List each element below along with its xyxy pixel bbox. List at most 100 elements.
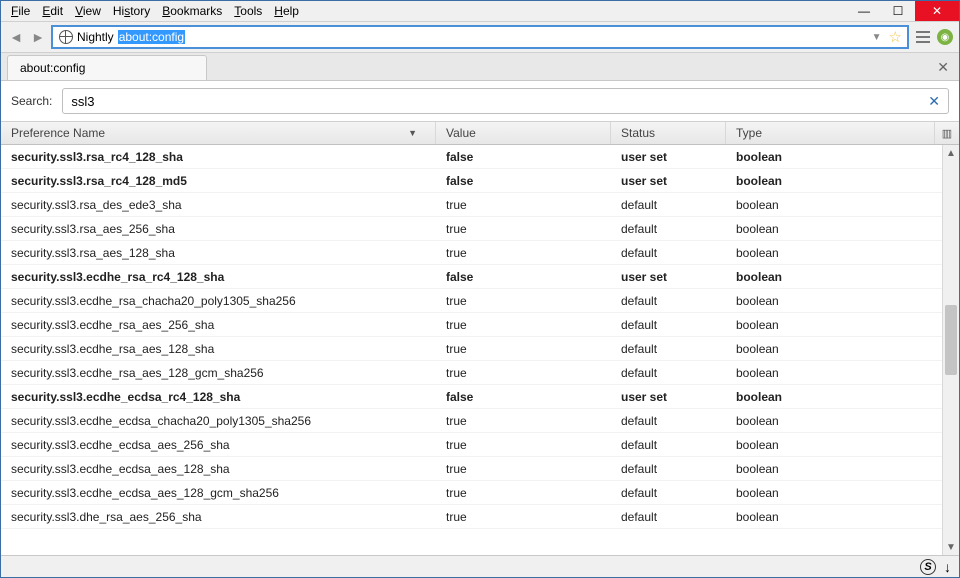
pref-status: default: [611, 486, 726, 500]
table-row[interactable]: security.ssl3.ecdhe_rsa_rc4_128_shafalse…: [1, 265, 942, 289]
pref-value: true: [436, 198, 611, 212]
table-row[interactable]: security.ssl3.rsa_rc4_128_shafalseuser s…: [1, 145, 942, 169]
search-input-container[interactable]: ✕: [62, 88, 949, 114]
back-button[interactable]: ◄: [7, 28, 25, 46]
pref-type: boolean: [726, 294, 942, 308]
vertical-scrollbar[interactable]: ▲ ▼: [942, 145, 959, 555]
menu-history[interactable]: History: [107, 2, 156, 20]
download-indicator-icon[interactable]: ↓: [944, 559, 951, 575]
forward-button[interactable]: ►: [29, 28, 47, 46]
table-row[interactable]: security.ssl3.rsa_rc4_128_md5falseuser s…: [1, 169, 942, 193]
search-input[interactable]: [71, 94, 928, 109]
clear-search-icon[interactable]: ✕: [928, 93, 940, 110]
table-row[interactable]: security.ssl3.ecdhe_rsa_aes_128_gcm_sha2…: [1, 361, 942, 385]
close-button[interactable]: ✕: [915, 1, 959, 21]
sort-indicator-icon: ▼: [408, 128, 417, 138]
table-body[interactable]: security.ssl3.rsa_rc4_128_shafalseuser s…: [1, 145, 942, 555]
header-value[interactable]: Value: [436, 122, 611, 144]
pref-status: default: [611, 294, 726, 308]
table-row[interactable]: security.ssl3.dhe_rsa_aes_256_shatruedef…: [1, 505, 942, 529]
table-row[interactable]: security.ssl3.ecdhe_ecdsa_chacha20_poly1…: [1, 409, 942, 433]
pref-name: security.ssl3.rsa_rc4_128_sha: [1, 150, 436, 164]
menu-bookmarks[interactable]: Bookmarks: [156, 2, 228, 20]
column-picker-icon[interactable]: ▥: [935, 122, 959, 144]
pref-status: default: [611, 510, 726, 524]
pref-name: security.ssl3.ecdhe_ecdsa_rc4_128_sha: [1, 390, 436, 404]
pref-value: true: [436, 366, 611, 380]
pref-type: boolean: [726, 174, 942, 188]
menu-edit[interactable]: Edit: [36, 2, 69, 20]
urlbar-dropdown-icon[interactable]: ▼: [868, 32, 886, 43]
pref-name: security.ssl3.ecdhe_ecdsa_chacha20_poly1…: [1, 414, 436, 428]
pref-value: false: [436, 150, 611, 164]
pref-name: security.ssl3.ecdhe_rsa_chacha20_poly130…: [1, 294, 436, 308]
scroll-thumb[interactable]: [945, 305, 957, 375]
pref-type: boolean: [726, 438, 942, 452]
globe-icon: [59, 30, 73, 44]
script-indicator-icon[interactable]: S: [920, 559, 936, 575]
table-row[interactable]: security.ssl3.ecdhe_rsa_chacha20_poly130…: [1, 289, 942, 313]
minimize-button[interactable]: —: [847, 1, 881, 21]
status-bar: S ↓: [1, 555, 959, 577]
pref-name: security.ssl3.rsa_aes_128_sha: [1, 246, 436, 260]
table-row[interactable]: security.ssl3.ecdhe_ecdsa_aes_128_shatru…: [1, 457, 942, 481]
window-controls: — ☐ ✕: [847, 1, 959, 21]
search-bar: Search: ✕: [1, 81, 959, 121]
bookmark-star-icon[interactable]: ☆: [886, 28, 905, 46]
pref-value: false: [436, 390, 611, 404]
pref-status: default: [611, 438, 726, 452]
tab-about-config[interactable]: about:config: [7, 55, 207, 80]
url-bar[interactable]: Nightly about:config ▼ ☆: [51, 25, 909, 49]
pref-status: user set: [611, 390, 726, 404]
pref-type: boolean: [726, 342, 942, 356]
identity-label: Nightly: [77, 30, 114, 44]
table-row[interactable]: security.ssl3.ecdhe_ecdsa_aes_128_gcm_sh…: [1, 481, 942, 505]
header-preference-name[interactable]: Preference Name ▼: [1, 122, 436, 144]
tab-bar: about:config ✕: [1, 53, 959, 81]
robot-indicator-icon[interactable]: ◉: [937, 29, 953, 45]
pref-value: true: [436, 510, 611, 524]
pref-status: default: [611, 222, 726, 236]
pref-name: security.ssl3.rsa_des_ede3_sha: [1, 198, 436, 212]
table-row[interactable]: security.ssl3.ecdhe_rsa_aes_256_shatrued…: [1, 313, 942, 337]
table-row[interactable]: security.ssl3.rsa_aes_128_shatruedefault…: [1, 241, 942, 265]
hamburger-menu-button[interactable]: [913, 31, 933, 43]
pref-type: boolean: [726, 414, 942, 428]
search-label: Search:: [11, 94, 52, 108]
pref-status: default: [611, 414, 726, 428]
pref-name: security.ssl3.ecdhe_ecdsa_aes_128_gcm_sh…: [1, 486, 436, 500]
scroll-down-icon[interactable]: ▼: [943, 539, 959, 555]
table-row[interactable]: security.ssl3.rsa_aes_256_shatruedefault…: [1, 217, 942, 241]
pref-status: default: [611, 366, 726, 380]
table-row[interactable]: security.ssl3.ecdhe_ecdsa_aes_256_shatru…: [1, 433, 942, 457]
table-row[interactable]: security.ssl3.rsa_des_ede3_shatruedefaul…: [1, 193, 942, 217]
menu-tools[interactable]: Tools: [228, 2, 268, 20]
pref-name: security.ssl3.ecdhe_rsa_aes_128_gcm_sha2…: [1, 366, 436, 380]
pref-value: false: [436, 270, 611, 284]
pref-type: boolean: [726, 198, 942, 212]
scroll-up-icon[interactable]: ▲: [943, 145, 959, 161]
menu-view[interactable]: View: [69, 2, 107, 20]
identity-box[interactable]: Nightly: [55, 30, 118, 44]
menu-file[interactable]: File: [5, 2, 36, 20]
pref-value: true: [436, 342, 611, 356]
tabs-close-icon[interactable]: ✕: [937, 59, 949, 76]
pref-name: security.ssl3.ecdhe_rsa_aes_256_sha: [1, 318, 436, 332]
header-status[interactable]: Status: [611, 122, 726, 144]
pref-name: security.ssl3.rsa_aes_256_sha: [1, 222, 436, 236]
table-row[interactable]: security.ssl3.ecdhe_rsa_aes_128_shatrued…: [1, 337, 942, 361]
browser-window: File Edit View History Bookmarks Tools H…: [0, 0, 960, 578]
pref-value: true: [436, 246, 611, 260]
maximize-button[interactable]: ☐: [881, 1, 915, 21]
pref-name: security.ssl3.rsa_rc4_128_md5: [1, 174, 436, 188]
menu-help[interactable]: Help: [268, 2, 305, 20]
table-row[interactable]: security.ssl3.ecdhe_ecdsa_rc4_128_shafal…: [1, 385, 942, 409]
pref-type: boolean: [726, 390, 942, 404]
pref-name: security.ssl3.ecdhe_rsa_rc4_128_sha: [1, 270, 436, 284]
pref-name: security.ssl3.ecdhe_ecdsa_aes_256_sha: [1, 438, 436, 452]
navigation-toolbar: ◄ ► Nightly about:config ▼ ☆ ◉: [1, 21, 959, 53]
pref-type: boolean: [726, 150, 942, 164]
header-type[interactable]: Type: [726, 122, 935, 144]
url-text: about:config: [118, 30, 185, 44]
pref-value: true: [436, 318, 611, 332]
